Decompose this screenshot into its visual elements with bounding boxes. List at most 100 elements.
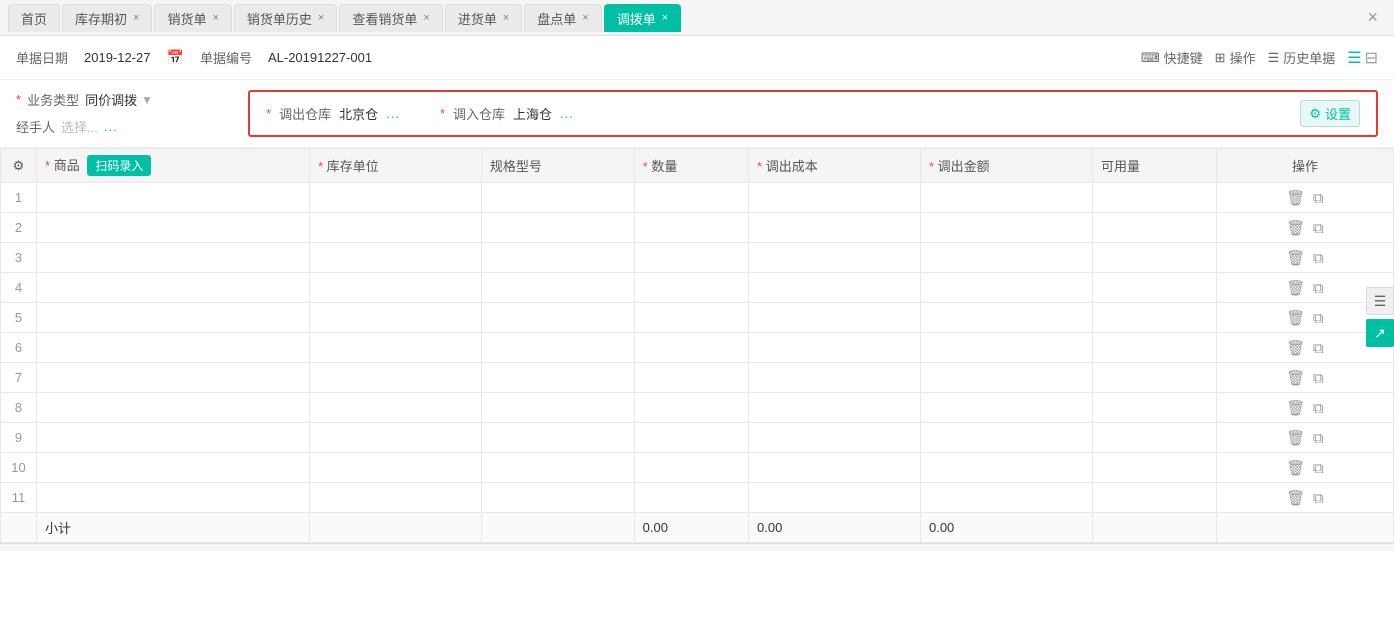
handler-placeholder[interactable]: 选择...: [61, 117, 98, 136]
tab-close-icon[interactable]: ×: [582, 12, 588, 24]
cell-spec[interactable]: [481, 423, 634, 453]
cell-spec[interactable]: [481, 213, 634, 243]
cell-product[interactable]: [37, 483, 310, 513]
cell-product[interactable]: [37, 303, 310, 333]
cell-unit[interactable]: [309, 393, 481, 423]
tab-close-icon[interactable]: ×: [503, 12, 509, 24]
cell-spec[interactable]: [481, 483, 634, 513]
cell-amount[interactable]: [920, 243, 1092, 273]
cell-qty[interactable]: [634, 213, 748, 243]
cell-product[interactable]: [37, 273, 310, 303]
cell-available[interactable]: [1092, 183, 1216, 213]
cell-unit[interactable]: [309, 243, 481, 273]
cell-amount[interactable]: [920, 183, 1092, 213]
cell-qty[interactable]: [634, 303, 748, 333]
copy-icon[interactable]: ⧉: [1313, 370, 1324, 387]
cell-amount[interactable]: [920, 483, 1092, 513]
col-gear[interactable]: ⚙: [1, 149, 37, 183]
tab-home[interactable]: 首页: [8, 4, 60, 32]
tab-view-sales[interactable]: 查看销货单 ×: [339, 4, 442, 32]
cell-cost[interactable]: [749, 393, 921, 423]
copy-icon[interactable]: ⧉: [1313, 220, 1324, 237]
delete-icon[interactable]: 🗑: [1286, 430, 1305, 447]
cell-spec[interactable]: [481, 363, 634, 393]
history-btn[interactable]: ☰ 历史单据: [1268, 48, 1336, 67]
cell-unit[interactable]: [309, 303, 481, 333]
tab-sales-order[interactable]: 销货单 ×: [154, 4, 231, 32]
cell-product[interactable]: [37, 213, 310, 243]
cell-available[interactable]: [1092, 273, 1216, 303]
cell-product[interactable]: [37, 183, 310, 213]
cell-spec[interactable]: [481, 273, 634, 303]
tab-close-icon[interactable]: ×: [423, 12, 429, 24]
cell-qty[interactable]: [634, 423, 748, 453]
cell-product[interactable]: [37, 393, 310, 423]
cell-unit[interactable]: [309, 183, 481, 213]
settings-button[interactable]: ⚙ 设置: [1300, 100, 1360, 127]
cell-product[interactable]: [37, 243, 310, 273]
delete-icon[interactable]: 🗑: [1286, 250, 1305, 267]
cell-available[interactable]: [1092, 453, 1216, 483]
cell-spec[interactable]: [481, 393, 634, 423]
cell-cost[interactable]: [749, 213, 921, 243]
copy-icon[interactable]: ⧉: [1313, 430, 1324, 447]
delete-icon[interactable]: 🗑: [1286, 220, 1305, 237]
tab-close-icon[interactable]: ×: [318, 12, 324, 24]
cell-cost[interactable]: [749, 483, 921, 513]
handler-more-btn[interactable]: ...: [104, 119, 118, 134]
cell-amount[interactable]: [920, 393, 1092, 423]
cell-amount[interactable]: [920, 273, 1092, 303]
delete-icon[interactable]: 🗑: [1286, 400, 1305, 417]
in-warehouse-value[interactable]: 上海仓: [513, 104, 552, 123]
copy-icon[interactable]: ⧉: [1313, 190, 1324, 207]
copy-icon[interactable]: ⧉: [1313, 340, 1324, 357]
copy-icon[interactable]: ⧉: [1313, 490, 1324, 507]
tab-transfer[interactable]: 调拨单 ×: [604, 4, 681, 32]
cell-available[interactable]: [1092, 333, 1216, 363]
cell-spec[interactable]: [481, 243, 634, 273]
cell-available[interactable]: [1092, 303, 1216, 333]
cell-qty[interactable]: [634, 453, 748, 483]
cell-available[interactable]: [1092, 483, 1216, 513]
list-view-icon[interactable]: ☰: [1347, 48, 1361, 68]
cell-amount[interactable]: [920, 303, 1092, 333]
tab-close-icon[interactable]: ×: [662, 12, 668, 24]
cell-cost[interactable]: [749, 423, 921, 453]
cell-available[interactable]: [1092, 363, 1216, 393]
tab-stocktake[interactable]: 盘点单 ×: [524, 4, 601, 32]
cell-product[interactable]: [37, 423, 310, 453]
cell-qty[interactable]: [634, 363, 748, 393]
cell-cost[interactable]: [749, 273, 921, 303]
delete-icon[interactable]: 🗑: [1286, 190, 1305, 207]
copy-icon[interactable]: ⧉: [1313, 460, 1324, 477]
delete-icon[interactable]: 🗑: [1286, 490, 1305, 507]
cell-available[interactable]: [1092, 243, 1216, 273]
tab-sales-history[interactable]: 销货单历史 ×: [234, 4, 337, 32]
cell-available[interactable]: [1092, 393, 1216, 423]
cell-unit[interactable]: [309, 213, 481, 243]
cell-spec[interactable]: [481, 453, 634, 483]
cell-amount[interactable]: [920, 363, 1092, 393]
cell-spec[interactable]: [481, 303, 634, 333]
copy-icon[interactable]: ⧉: [1313, 400, 1324, 417]
cell-cost[interactable]: [749, 183, 921, 213]
out-warehouse-value[interactable]: 北京仓: [339, 104, 378, 123]
cell-cost[interactable]: [749, 363, 921, 393]
business-type-dropdown[interactable]: 同价调拨 ▼: [85, 90, 153, 109]
side-list-btn[interactable]: ☰: [1366, 287, 1394, 315]
cell-qty[interactable]: [634, 183, 748, 213]
delete-icon[interactable]: 🗑: [1286, 340, 1305, 357]
cell-qty[interactable]: [634, 243, 748, 273]
ops-btn[interactable]: ⊞ 操作: [1215, 48, 1256, 67]
cell-cost[interactable]: [749, 303, 921, 333]
cell-product[interactable]: [37, 453, 310, 483]
bottom-scrollbar[interactable]: [0, 543, 1394, 551]
calendar-icon[interactable]: 📅: [167, 49, 184, 66]
cell-qty[interactable]: [634, 393, 748, 423]
cell-qty[interactable]: [634, 273, 748, 303]
tab-purchase[interactable]: 进货单 ×: [445, 4, 522, 32]
cell-unit[interactable]: [309, 333, 481, 363]
cell-qty[interactable]: [634, 333, 748, 363]
in-warehouse-more-btn[interactable]: ...: [560, 106, 574, 121]
cell-unit[interactable]: [309, 363, 481, 393]
